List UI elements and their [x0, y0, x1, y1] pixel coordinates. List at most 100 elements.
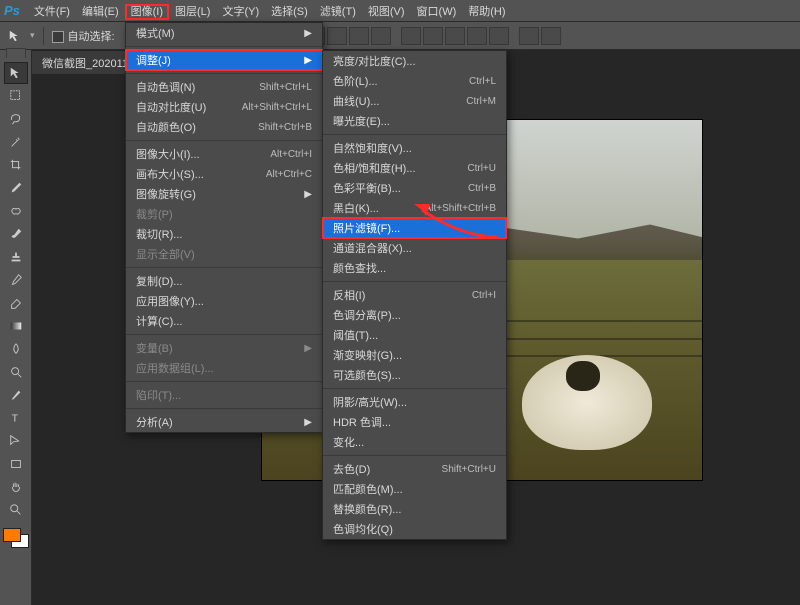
menu-item-label: 裁剪(P)	[136, 206, 173, 222]
adjustments-menu-item[interactable]: 色彩平衡(B)...Ctrl+B	[323, 178, 506, 198]
adjustments-menu-item[interactable]: 黑白(K)...Alt+Shift+Ctrl+B	[323, 198, 506, 218]
adjustments-menu-item[interactable]: 色阶(L)...Ctrl+L	[323, 71, 506, 91]
history-tool[interactable]	[4, 269, 28, 291]
menu-图像[interactable]: 图像(I)	[125, 4, 169, 20]
distribute-button[interactable]	[489, 27, 509, 45]
rect-tool[interactable]	[4, 453, 28, 475]
submenu-arrow-icon: ▶	[304, 55, 312, 66]
crop-tool[interactable]	[4, 154, 28, 176]
image-menu-item[interactable]: 模式(M)▶	[126, 23, 322, 43]
menu-文字[interactable]: 文字(Y)	[216, 4, 265, 20]
wand-tool[interactable]	[4, 131, 28, 153]
distribute-button[interactable]	[541, 27, 561, 45]
menu-item-label: 图像旋转(G)	[136, 186, 196, 202]
distribute-button[interactable]	[445, 27, 465, 45]
menu-item-label: 模式(M)	[136, 25, 175, 41]
type-tool[interactable]: T	[4, 407, 28, 429]
dodge-tool[interactable]	[4, 361, 28, 383]
menu-滤镜[interactable]: 滤镜(T)	[314, 4, 362, 20]
distribute-button[interactable]	[401, 27, 421, 45]
stamp-tool[interactable]	[4, 246, 28, 268]
distribute-button[interactable]	[519, 27, 539, 45]
adjustments-menu-item[interactable]: 照片滤镜(F)...	[323, 218, 506, 238]
adjustments-menu-item[interactable]: 渐变映射(G)...	[323, 345, 506, 365]
eraser-tool[interactable]	[4, 292, 28, 314]
foreground-color-swatch[interactable]	[3, 528, 21, 542]
path-tool[interactable]	[4, 430, 28, 452]
gradient-tool[interactable]	[4, 315, 28, 337]
image-menu-item[interactable]: 自动颜色(O)Shift+Ctrl+B	[126, 117, 322, 137]
color-swatch[interactable]	[3, 528, 29, 548]
pen-tool[interactable]	[4, 384, 28, 406]
menu-item-shortcut: Alt+Ctrl+I	[270, 149, 312, 160]
menu-视图[interactable]: 视图(V)	[362, 4, 411, 20]
adjustments-menu-item[interactable]: 颜色查找...	[323, 258, 506, 278]
menu-选择[interactable]: 选择(S)	[265, 4, 314, 20]
adjustments-menu-item[interactable]: 匹配颜色(M)...	[323, 479, 506, 499]
heal-tool[interactable]	[4, 200, 28, 222]
image-menu-item[interactable]: 调整(J)▶	[126, 50, 322, 70]
image-menu-item[interactable]: 复制(D)...	[126, 271, 322, 291]
adjustments-menu-item[interactable]: 反相(I)Ctrl+I	[323, 285, 506, 305]
adjustments-menu-item[interactable]: 曲线(U)...Ctrl+M	[323, 91, 506, 111]
hand-tool[interactable]	[4, 476, 28, 498]
menu-帮助[interactable]: 帮助(H)	[462, 4, 511, 20]
menu-item-label: 应用数据组(L)...	[136, 360, 214, 376]
document-tab[interactable]: 微信截图_202011	[32, 50, 138, 74]
adjustments-menu-item[interactable]: HDR 色调...	[323, 412, 506, 432]
menu-图层[interactable]: 图层(L)	[169, 4, 216, 20]
image-menu-item[interactable]: 裁切(R)...	[126, 224, 322, 244]
menu-item-label: 自动颜色(O)	[136, 119, 196, 135]
image-menu-item[interactable]: 计算(C)...	[126, 311, 322, 331]
adjustments-menu-item[interactable]: 阴影/高光(W)...	[323, 392, 506, 412]
adjustments-menu-item[interactable]: 曝光度(E)...	[323, 111, 506, 131]
adjustments-menu-item[interactable]: 自然饱和度(V)...	[323, 138, 506, 158]
image-menu-item[interactable]: 应用图像(Y)...	[126, 291, 322, 311]
adjustments-menu-item[interactable]: 亮度/对比度(C)...	[323, 51, 506, 71]
menu-文件[interactable]: 文件(F)	[28, 4, 76, 20]
image-menu-item[interactable]: 图像旋转(G)▶	[126, 184, 322, 204]
submenu-arrow-icon: ▶	[304, 343, 312, 354]
adjustments-menu-item[interactable]: 去色(D)Shift+Ctrl+U	[323, 459, 506, 479]
menu-item-label: 曝光度(E)...	[333, 113, 390, 129]
zoom-tool[interactable]	[4, 499, 28, 521]
menu-item-label: 画布大小(S)...	[136, 166, 204, 182]
menu-窗口[interactable]: 窗口(W)	[411, 4, 463, 20]
move-tool[interactable]	[4, 62, 28, 84]
image-menu-item[interactable]: 画布大小(S)...Alt+Ctrl+C	[126, 164, 322, 184]
image-menu-item[interactable]: 图像大小(I)...Alt+Ctrl+I	[126, 144, 322, 164]
marquee-tool[interactable]	[4, 85, 28, 107]
adjustments-menu-item[interactable]: 色调分离(P)...	[323, 305, 506, 325]
adjustments-menu-item[interactable]: 色调均化(Q)	[323, 519, 506, 539]
image-menu-item[interactable]: 自动色调(N)Shift+Ctrl+L	[126, 77, 322, 97]
adjustments-menu-item[interactable]: 通道混合器(X)...	[323, 238, 506, 258]
app-logo: Ps	[4, 3, 20, 18]
adjustments-menu-item[interactable]: 替换颜色(R)...	[323, 499, 506, 519]
eyedropper-tool[interactable]	[4, 177, 28, 199]
align-button[interactable]	[371, 27, 391, 45]
menu-item-label: 匹配颜色(M)...	[333, 481, 403, 497]
adjustments-menu-item[interactable]: 阈值(T)...	[323, 325, 506, 345]
image-menu-item[interactable]: 分析(A)▶	[126, 412, 322, 432]
image-menu-item[interactable]: 自动对比度(U)Alt+Shift+Ctrl+L	[126, 97, 322, 117]
align-button[interactable]	[349, 27, 369, 45]
menu-item-label: 分析(A)	[136, 414, 173, 430]
menu-item-label: 应用图像(Y)...	[136, 293, 204, 309]
menu-item-label: 阈值(T)...	[333, 327, 378, 343]
menu-item-label: 变量(B)	[136, 340, 173, 356]
adjustments-menu-item[interactable]: 可选颜色(S)...	[323, 365, 506, 385]
adjustments-menu-item[interactable]: 变化...	[323, 432, 506, 452]
blur-tool[interactable]	[4, 338, 28, 360]
adjustments-menu-item[interactable]: 色相/饱和度(H)...Ctrl+U	[323, 158, 506, 178]
lasso-tool[interactable]	[4, 108, 28, 130]
menu-item-label: 替换颜色(R)...	[333, 501, 401, 517]
menu-item-label: 色调均化(Q)	[333, 521, 393, 537]
distribute-button[interactable]	[423, 27, 443, 45]
align-button[interactable]	[327, 27, 347, 45]
menu-编辑[interactable]: 编辑(E)	[76, 4, 125, 20]
brush-tool[interactable]	[4, 223, 28, 245]
auto-select-checkbox[interactable]: 自动选择:	[52, 28, 115, 44]
distribute-button[interactable]	[467, 27, 487, 45]
menu-item-shortcut: Shift+Ctrl+U	[442, 464, 496, 475]
menu-item-label: 颜色查找...	[333, 260, 386, 276]
